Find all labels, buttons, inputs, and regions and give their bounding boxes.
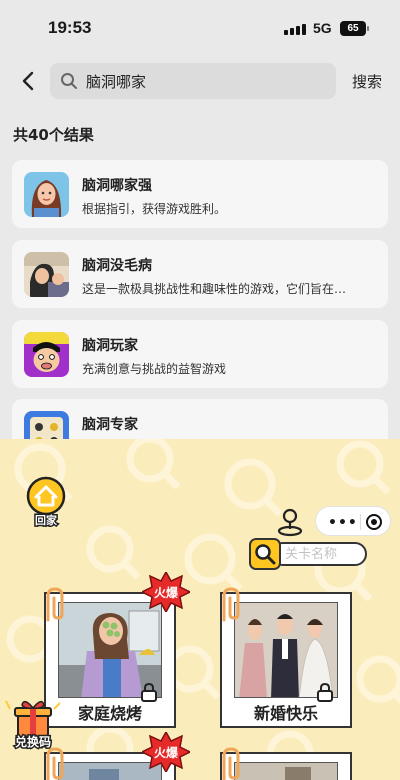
status-bar: 19:53 5G 65 (0, 0, 400, 58)
result-name: 脑洞哪家强 (82, 178, 152, 194)
level-search-field[interactable] (271, 542, 367, 566)
search-icon (255, 544, 276, 565)
paperclip-icon (46, 587, 64, 622)
game-avatar-man-icon (24, 252, 69, 297)
more-icon[interactable]: ••• (328, 515, 358, 531)
redeem-code-button[interactable]: 兑换码 (2, 697, 64, 753)
level-illustration (234, 762, 338, 780)
joystick-icon[interactable] (276, 507, 304, 537)
redeem-label: 兑换码 (13, 734, 52, 751)
result-desc: 这是一款极具挑战性和趣味性的游戏，它们旨在… (82, 282, 347, 296)
result-desc: 充满创意与挑战的益智游戏 (82, 362, 227, 376)
network-type: 5G (313, 20, 332, 36)
level-search (249, 538, 369, 570)
search-icon (61, 73, 77, 89)
game-avatar-cartoon-icon (24, 332, 69, 377)
hot-label: 火爆 (153, 746, 178, 760)
home-icon (26, 476, 66, 516)
search-input[interactable] (86, 63, 326, 99)
lock-icon (141, 682, 157, 702)
hot-badge: 火爆 (140, 730, 192, 774)
result-name: 脑洞专家 (82, 417, 138, 433)
home-label: 回家 (34, 513, 59, 529)
level-search-button[interactable] (249, 538, 281, 570)
result-desc: 根据指引，获得游戏胜利。 (82, 202, 227, 216)
level-title: 新婚快乐 (253, 704, 318, 723)
signal-icon (284, 24, 306, 35)
result-item[interactable]: 脑洞没毛病 这是一款极具挑战性和趣味性的游戏，它们旨在… (12, 240, 388, 308)
result-name: 脑洞玩家 (82, 338, 138, 354)
status-time: 19:53 (48, 18, 92, 37)
result-count: 共40个结果 (13, 126, 94, 144)
level-title: 家庭烧烤 (77, 704, 142, 723)
hot-badge: 火爆 (140, 570, 192, 614)
paperclip-icon (222, 747, 240, 780)
capsule-menu: ••• (315, 506, 391, 536)
game-avatar-woman-icon (24, 172, 69, 217)
search-button[interactable]: 搜索 (352, 71, 382, 92)
hot-label: 火爆 (153, 586, 178, 600)
result-item[interactable]: 脑洞哪家强 根据指引，获得游戏胜利。 (12, 160, 388, 228)
home-button[interactable]: 回家 (22, 476, 70, 534)
result-name: 脑洞没毛病 (82, 258, 152, 274)
back-icon[interactable] (18, 70, 40, 92)
result-item[interactable]: 脑洞玩家 充满创意与挑战的益智游戏 (12, 320, 388, 388)
close-miniprogram-icon[interactable] (366, 514, 382, 530)
search-bar[interactable] (50, 63, 336, 99)
level-search-input[interactable] (285, 544, 365, 564)
paperclip-icon (222, 587, 240, 622)
capsule-divider (360, 514, 361, 530)
lock-icon (317, 682, 333, 702)
battery-icon: 65 (340, 21, 369, 36)
